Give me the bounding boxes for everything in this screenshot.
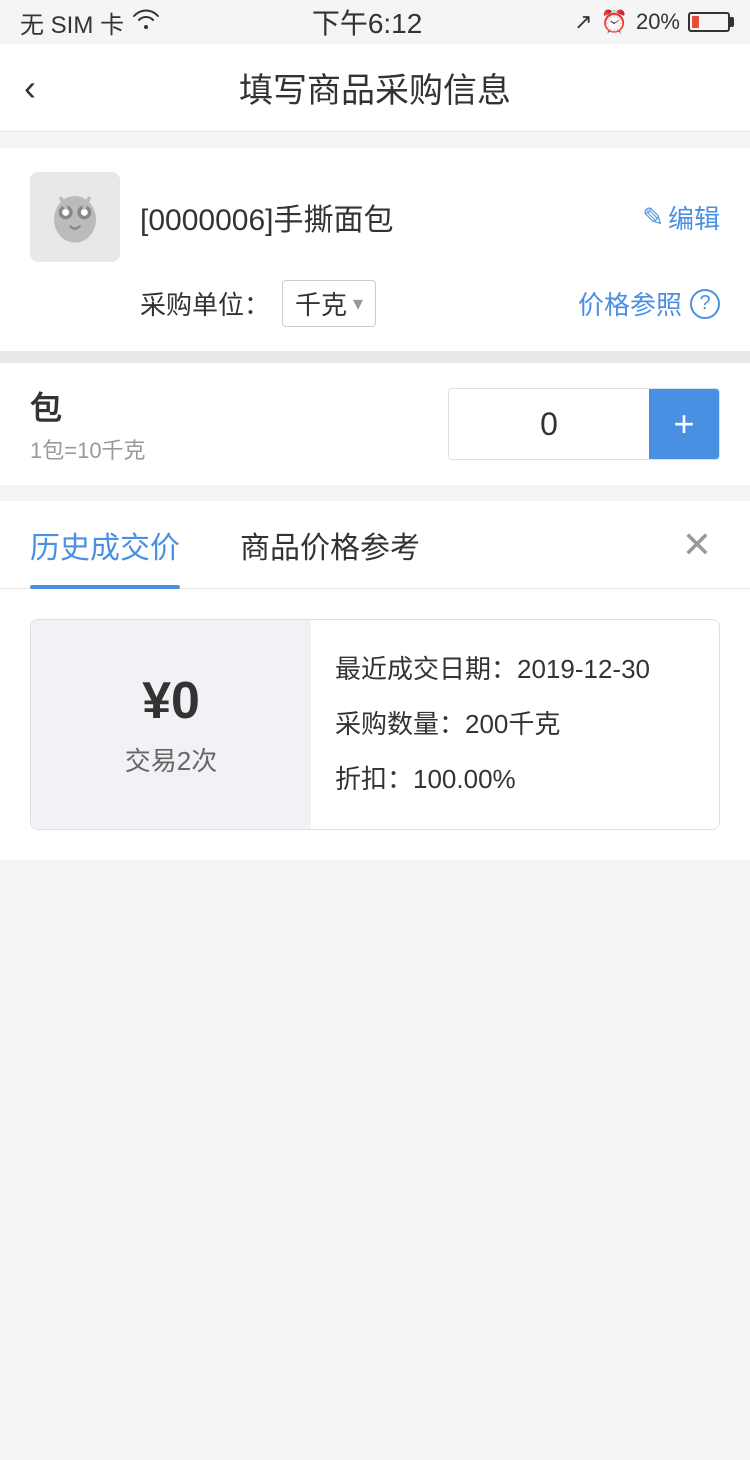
price-ref-button[interactable]: 价格参照 ? <box>578 285 720 322</box>
page-title: 填写商品采购信息 <box>239 63 511 112</box>
quantity-input-group: + <box>448 388 720 460</box>
history-trade-count: 交易2次 <box>125 741 217 778</box>
tab-history-label: 历史成交价 <box>30 523 180 567</box>
help-circle-icon: ? <box>690 289 720 319</box>
status-bar: 无 SIM 卡 下午6:12 ↗ ⏰ 20% <box>0 0 750 44</box>
product-footer: 采购单位： 千克 ▾ 价格参照 ? <box>30 280 720 327</box>
location-icon: ↗ <box>574 9 592 35</box>
quantity-plus-button[interactable]: + <box>649 389 719 459</box>
tab-history-price[interactable]: 历史成交价 <box>30 501 180 589</box>
history-quantity-value: 200千克 <box>465 709 560 739</box>
product-card: [0000006]手撕面包 ✎ 编辑 采购单位： 千克 ▾ 价格参照 ? <box>0 148 750 351</box>
tabs-panel: 历史成交价 商品价格参考 ✕ ¥0 交易2次 最近成交日期：2019-12-30… <box>0 501 750 860</box>
edit-icon: ✎ <box>642 202 664 233</box>
tabs-list: 历史成交价 商品价格参考 <box>30 501 420 589</box>
quantity-label: 包 1包=10千克 <box>30 383 146 465</box>
price-ref-label: 价格参照 <box>578 285 682 322</box>
unit-value-label: 千克 <box>295 285 347 322</box>
history-discount-label: 折扣： <box>335 764 413 794</box>
tab-price-ref-label: 商品价格参考 <box>240 523 420 567</box>
history-price-value: ¥0 <box>142 671 200 731</box>
history-detail-section: 最近成交日期：2019-12-30 采购数量：200千克 折扣：100.00% <box>311 620 719 829</box>
quantity-input[interactable] <box>449 389 649 459</box>
status-right: ↗ ⏰ 20% <box>574 9 730 35</box>
status-left: 无 SIM 卡 <box>20 5 160 40</box>
battery-percent: 20% <box>636 9 680 35</box>
close-panel-button[interactable]: ✕ <box>674 516 720 574</box>
bottom-space <box>0 860 750 1460</box>
history-content: ¥0 交易2次 最近成交日期：2019-12-30 采购数量：200千克 折扣：… <box>0 589 750 860</box>
time-label: 下午6:12 <box>312 2 423 42</box>
tab-active-indicator <box>30 585 180 589</box>
unit-row: 采购单位： 千克 ▾ <box>140 280 376 327</box>
product-info: [0000006]手撕面包 <box>30 172 393 262</box>
quantity-sub-label: 1包=10千克 <box>30 433 146 465</box>
product-name: [0000006]手撕面包 <box>140 195 393 239</box>
chevron-down-icon: ▾ <box>353 291 363 316</box>
back-button[interactable]: ‹ <box>24 67 36 109</box>
history-date-label: 最近成交日期： <box>335 654 517 684</box>
tabs-header: 历史成交价 商品价格参考 ✕ <box>0 501 750 589</box>
edit-label: 编辑 <box>668 199 720 236</box>
quantity-row: 包 1包=10千克 + <box>0 363 750 485</box>
quantity-unit-label: 包 <box>30 383 146 429</box>
alarm-icon: ⏰ <box>601 9 628 35</box>
unit-prefix-label: 采购单位： <box>140 285 270 322</box>
wifi-icon <box>132 8 160 36</box>
carrier-label: 无 SIM 卡 <box>20 5 124 40</box>
product-thumbnail <box>30 172 120 262</box>
battery-icon <box>688 12 730 32</box>
unit-selector[interactable]: 千克 ▾ <box>282 280 376 327</box>
history-discount-row: 折扣：100.00% <box>335 760 695 799</box>
history-card: ¥0 交易2次 最近成交日期：2019-12-30 采购数量：200千克 折扣：… <box>30 619 720 830</box>
history-date-row: 最近成交日期：2019-12-30 <box>335 650 695 689</box>
product-image-icon <box>40 182 110 252</box>
history-date-value: 2019-12-30 <box>517 654 650 684</box>
section-divider <box>0 351 750 363</box>
history-price-section: ¥0 交易2次 <box>31 620 311 829</box>
edit-button[interactable]: ✎ 编辑 <box>642 199 720 236</box>
history-quantity-label: 采购数量： <box>335 709 465 739</box>
nav-bar: ‹ 填写商品采购信息 <box>0 44 750 132</box>
history-discount-value: 100.00% <box>413 764 516 794</box>
history-quantity-row: 采购数量：200千克 <box>335 705 695 744</box>
product-header: [0000006]手撕面包 ✎ 编辑 <box>30 172 720 262</box>
tab-product-price-ref[interactable]: 商品价格参考 <box>240 501 420 589</box>
